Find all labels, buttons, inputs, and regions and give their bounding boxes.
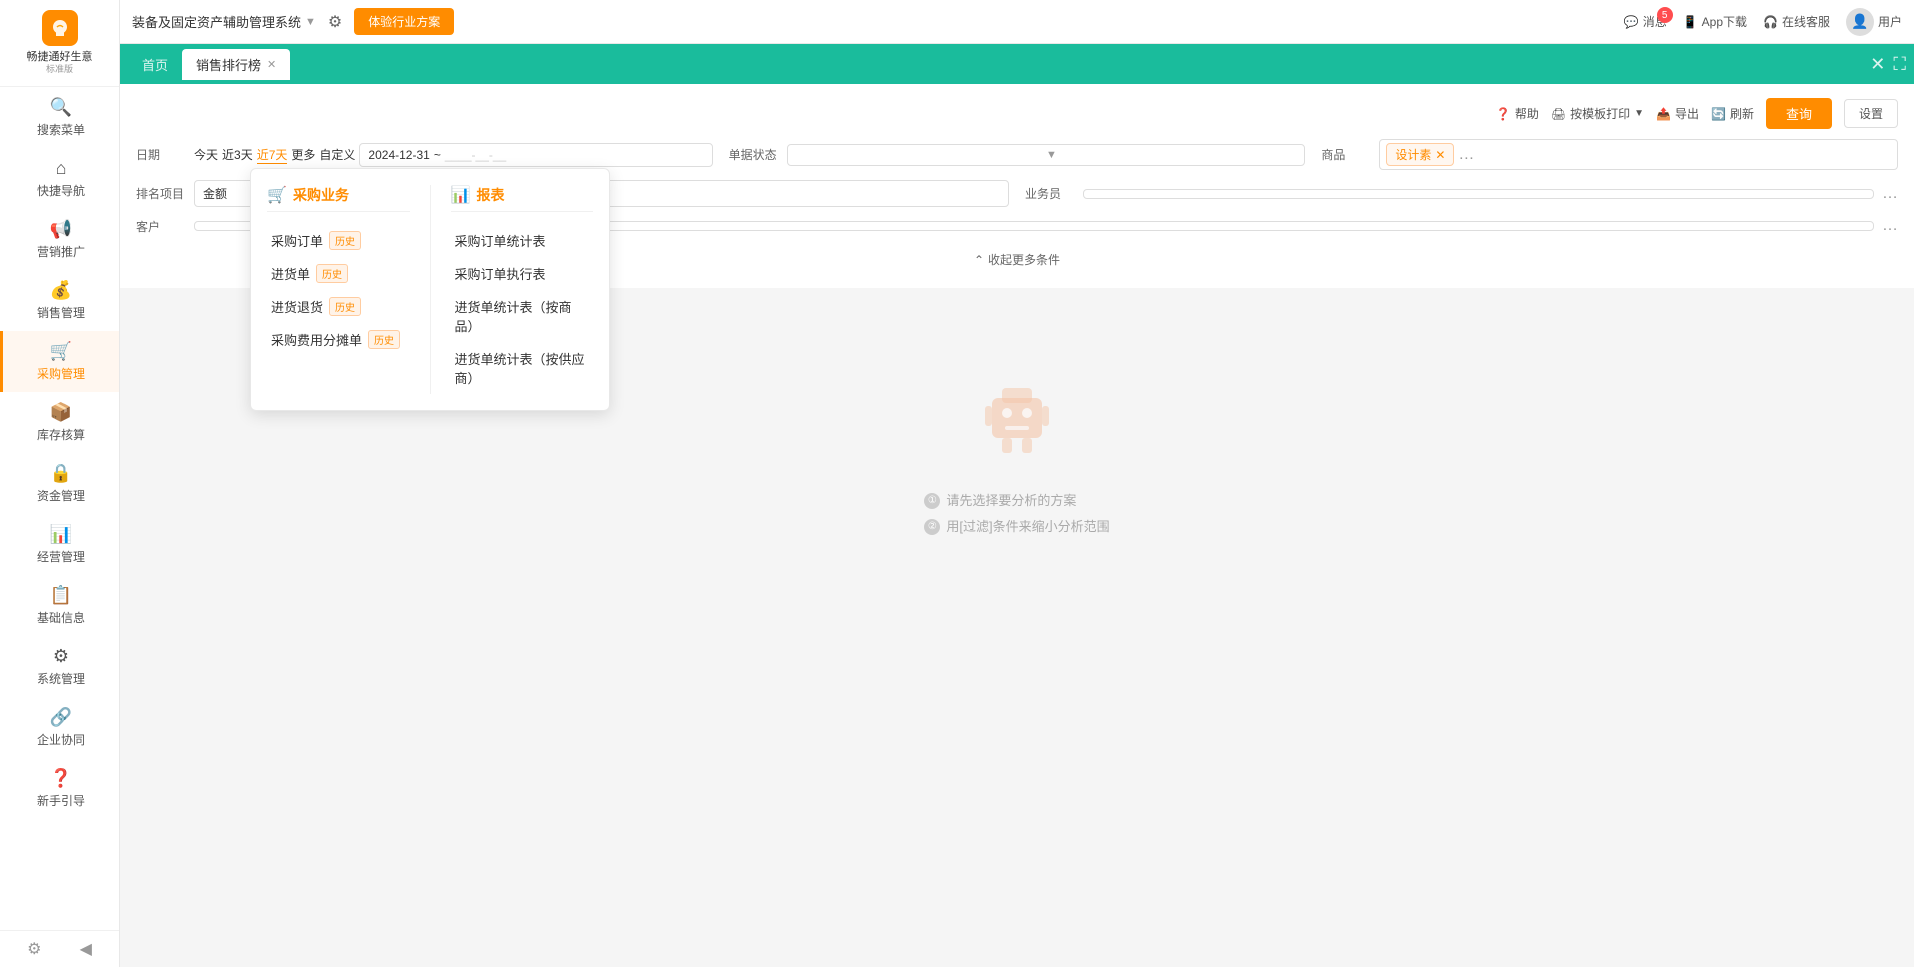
report-col-icon: 📊 bbox=[451, 185, 471, 205]
report-purchase-order-exec[interactable]: 采购订单执行表 bbox=[451, 257, 594, 290]
purchase-col: 🛒 采购业务 采购订单 历史 进货单 历史 进货退货 历史 采购费用分摊单 bbox=[267, 185, 410, 394]
dropdown-overlay[interactable] bbox=[0, 0, 1914, 967]
history-badge-4: 历史 bbox=[368, 330, 400, 349]
purchase-order-item[interactable]: 采购订单 历史 bbox=[267, 224, 410, 257]
purchase-expense-item[interactable]: 采购费用分摊单 历史 bbox=[267, 323, 410, 356]
purchase-col-title: 🛒 采购业务 bbox=[267, 185, 410, 212]
report-purchase-order-stats[interactable]: 采购订单统计表 bbox=[451, 224, 594, 257]
dropdown-divider bbox=[430, 185, 431, 394]
history-badge-2: 历史 bbox=[316, 264, 348, 283]
report-inbound-by-goods[interactable]: 进货单统计表（按商品） bbox=[451, 290, 594, 342]
report-col-title: 📊 报表 bbox=[451, 185, 594, 212]
purchase-inbound-item[interactable]: 进货单 历史 bbox=[267, 257, 410, 290]
history-badge: 历史 bbox=[329, 231, 361, 250]
report-inbound-by-supplier[interactable]: 进货单统计表（按供应商） bbox=[451, 342, 594, 394]
history-badge-3: 历史 bbox=[329, 297, 361, 316]
purchase-return-item[interactable]: 进货退货 历史 bbox=[267, 290, 410, 323]
report-col: 📊 报表 采购订单统计表 采购订单执行表 进货单统计表（按商品） 进货单统计表（… bbox=[451, 185, 594, 394]
purchase-col-icon: 🛒 bbox=[267, 185, 287, 205]
dropdown-popup: 🛒 采购业务 采购订单 历史 进货单 历史 进货退货 历史 采购费用分摊单 bbox=[250, 168, 610, 411]
